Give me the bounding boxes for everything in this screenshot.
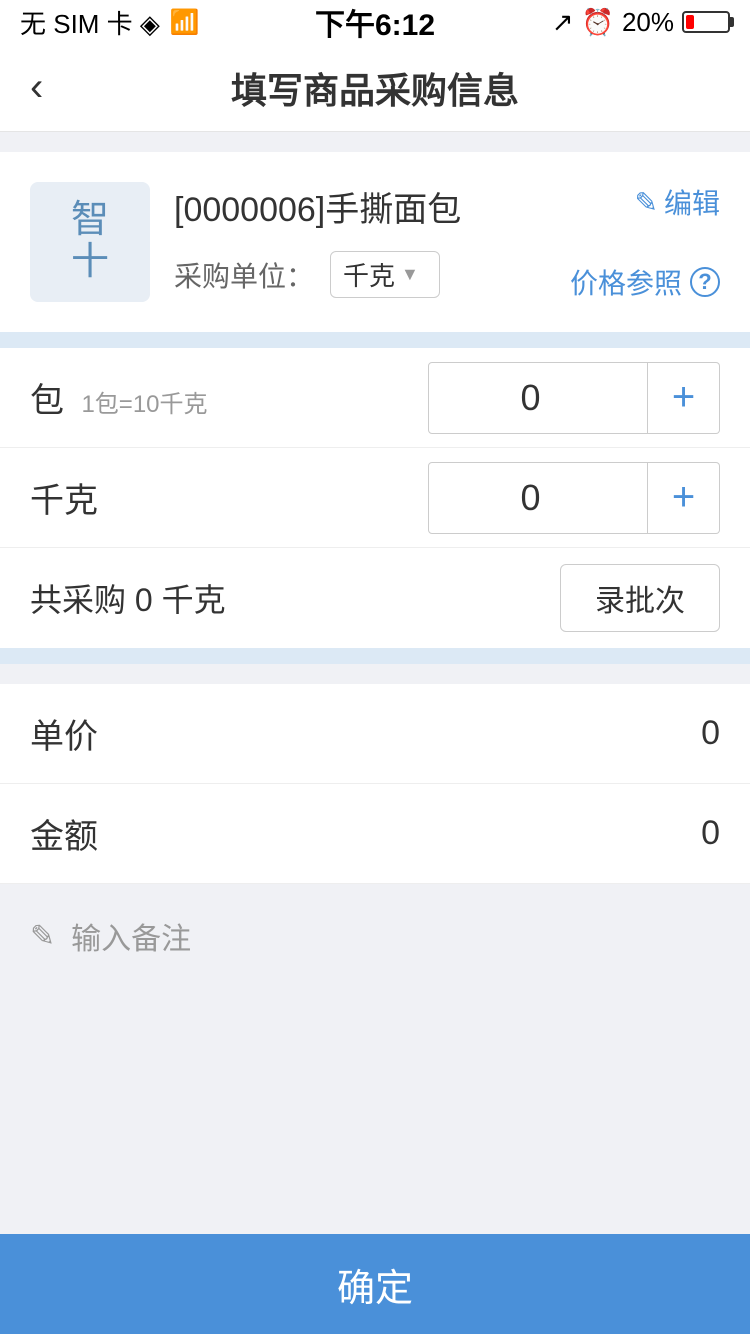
kg-control: + bbox=[428, 462, 720, 534]
back-button[interactable]: ‹ bbox=[30, 65, 43, 110]
divider-blue bbox=[0, 332, 750, 348]
status-right: ↗ ⏰ 20% bbox=[552, 7, 730, 38]
status-left: 无 SIM 卡 ◈ 📶 bbox=[20, 4, 200, 41]
price-section: 单价 0 金额 0 bbox=[0, 684, 750, 884]
amount-label: 金额 bbox=[30, 809, 98, 858]
info-icon: ? bbox=[690, 267, 720, 297]
location-icon: ↗ bbox=[552, 7, 574, 38]
unit-value: 千克 bbox=[343, 256, 395, 293]
divider-blue-2 bbox=[0, 648, 750, 664]
edit-label: 编辑 bbox=[664, 182, 720, 222]
unit-label: 采购单位： bbox=[174, 255, 314, 295]
alarm-icon: ⏰ bbox=[582, 7, 614, 38]
summary-row: 共采购 0 千克 录批次 bbox=[0, 548, 750, 648]
pencil-icon: ✎ bbox=[30, 919, 55, 954]
amount-value: 0 bbox=[701, 814, 720, 853]
product-card: 智 十 [0000006]手撕面包 采购单位： 千克 ✎ 编辑 价格参照 ? bbox=[0, 152, 750, 332]
page-title: 填写商品采购信息 bbox=[231, 62, 519, 114]
amount-row: 金额 0 bbox=[0, 784, 750, 884]
remark-section[interactable]: ✎ 输入备注 bbox=[0, 884, 750, 988]
confirm-button[interactable]: 确定 bbox=[0, 1234, 750, 1334]
kg-input-row: 千克 + bbox=[0, 448, 750, 548]
bao-input-row: 包 1包=10千克 + bbox=[0, 348, 750, 448]
status-time: 下午6:12 bbox=[315, 0, 435, 44]
battery-icon bbox=[682, 11, 730, 33]
input-section: 包 1包=10千克 + 千克 + bbox=[0, 348, 750, 548]
bao-plus-button[interactable]: + bbox=[648, 362, 720, 434]
summary-text: 共采购 0 千克 bbox=[30, 575, 226, 621]
no-sim-text: 无 SIM 卡 ◈ bbox=[20, 4, 160, 41]
price-ref-label: 价格参照 bbox=[570, 262, 682, 302]
kg-label: 千克 bbox=[30, 473, 428, 522]
wifi-icon: 📶 bbox=[170, 8, 200, 37]
unit-price-label: 单价 bbox=[30, 709, 98, 758]
remark-placeholder: 输入备注 bbox=[71, 914, 191, 958]
price-ref-button[interactable]: 价格参照 ? bbox=[570, 262, 720, 302]
bao-sublabel: 1包=10千克 bbox=[81, 391, 207, 418]
edit-icon: ✎ bbox=[635, 186, 658, 219]
battery-percent: 20% bbox=[622, 7, 674, 38]
record-batch-button[interactable]: 录批次 bbox=[560, 564, 720, 632]
bao-label: 包 1包=10千克 bbox=[30, 373, 428, 422]
bao-control: + bbox=[428, 362, 720, 434]
header: ‹ 填写商品采购信息 bbox=[0, 44, 750, 132]
bao-input[interactable] bbox=[428, 362, 648, 434]
unit-price-value: 0 bbox=[701, 714, 720, 753]
product-image: 智 十 bbox=[30, 182, 150, 302]
edit-button[interactable]: ✎ 编辑 bbox=[635, 182, 720, 222]
unit-dropdown[interactable]: 千克 bbox=[330, 251, 440, 298]
product-logo: 智 十 bbox=[71, 200, 109, 284]
unit-price-row: 单价 0 bbox=[0, 684, 750, 784]
status-bar: 无 SIM 卡 ◈ 📶 下午6:12 ↗ ⏰ 20% bbox=[0, 0, 750, 44]
kg-plus-button[interactable]: + bbox=[648, 462, 720, 534]
kg-input[interactable] bbox=[428, 462, 648, 534]
